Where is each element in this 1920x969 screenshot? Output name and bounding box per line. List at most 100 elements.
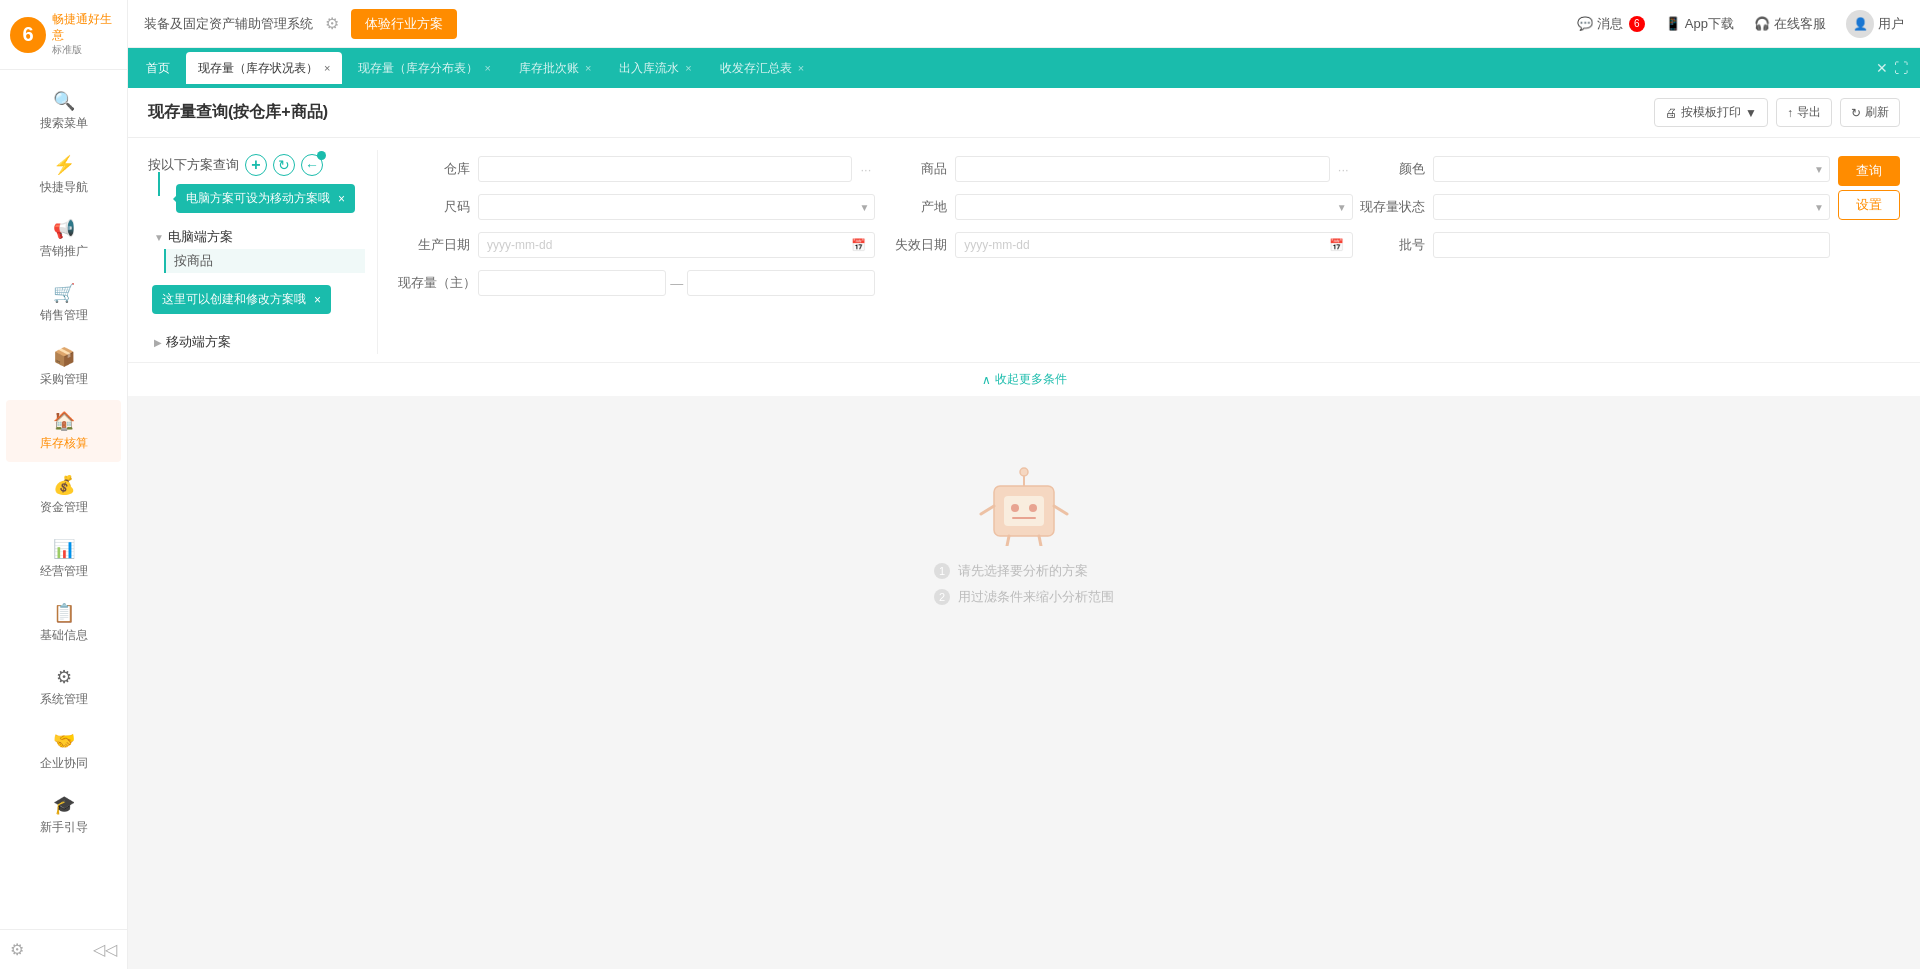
- sidebar-item-search[interactable]: 🔍 搜索菜单: [6, 80, 121, 142]
- sidebar-item-sales-label: 销售管理: [40, 307, 88, 324]
- mobile-scheme-section: ▶ 移动端方案: [148, 330, 365, 354]
- stock-status-select-wrap: ▼: [1433, 194, 1830, 220]
- sidebar-item-sales[interactable]: 🛒 销售管理: [6, 272, 121, 334]
- collapse-sidebar-icon[interactable]: ◁◁: [93, 940, 117, 959]
- sidebar-item-guide[interactable]: 🎓 新手引导: [6, 784, 121, 846]
- template-print-label: 按模板打印: [1681, 104, 1741, 121]
- mfg-date-input[interactable]: yyyy-mm-dd 📅: [478, 232, 875, 258]
- refresh-btn[interactable]: ↻ 刷新: [1840, 98, 1900, 127]
- tabbar-expand-icon[interactable]: ⛶: [1894, 60, 1908, 76]
- modify-bubble-close[interactable]: ×: [314, 293, 321, 307]
- settings-bottom-icon[interactable]: ⚙: [10, 940, 24, 959]
- sidebar-item-inventory-label: 库存核算: [40, 435, 88, 452]
- tab-batch[interactable]: 库存批次账 ×: [507, 52, 603, 84]
- exp-date-placeholder: yyyy-mm-dd: [964, 238, 1029, 252]
- sidebar-item-marketing-label: 营销推广: [40, 243, 88, 260]
- mobile-scheme-label: 移动端方案: [166, 333, 231, 351]
- header: 装备及固定资产辅助管理系统 ⚙ 体验行业方案 💬 消息 6 📱 App下载 🎧 …: [128, 0, 1920, 48]
- online-support-label: 在线客服: [1774, 15, 1826, 33]
- app-download-label: App下载: [1685, 15, 1734, 33]
- size-select[interactable]: [478, 194, 875, 220]
- origin-select[interactable]: [955, 194, 1352, 220]
- desktop-scheme-label: 电脑端方案: [168, 228, 233, 246]
- page-title: 现存量查询(按仓库+商品): [148, 102, 328, 123]
- warehouse-dots[interactable]: ···: [860, 162, 871, 177]
- tab-inventory-status[interactable]: 现存量（库存状况表） ×: [186, 52, 342, 84]
- online-support-item[interactable]: 🎧 在线客服: [1754, 15, 1826, 33]
- tab-receive[interactable]: 收发存汇总表 ×: [708, 52, 816, 84]
- desktop-scheme-item-0[interactable]: 按商品: [164, 249, 365, 273]
- tab-inventory-status-close[interactable]: ×: [324, 62, 330, 74]
- scheme-bubble[interactable]: 电脑方案可设为移动方案哦 ×: [176, 184, 355, 213]
- sidebar-item-enterprise-label: 企业协同: [40, 755, 88, 772]
- refresh-scheme-btn[interactable]: ↻: [273, 154, 295, 176]
- tabbar-end: ✕ ⛶: [1876, 60, 1916, 76]
- desktop-scheme-header[interactable]: ▼ 电脑端方案: [148, 225, 365, 249]
- marketing-nav-icon: 📢: [53, 218, 75, 240]
- header-settings-icon[interactable]: ⚙: [325, 14, 339, 33]
- product-dots[interactable]: ···: [1338, 162, 1349, 177]
- stock-qty-label: 现存量（主）: [398, 274, 478, 292]
- modify-bubble[interactable]: 这里可以创建和修改方案哦 ×: [152, 285, 331, 314]
- tab-receive-close[interactable]: ×: [798, 62, 804, 74]
- batch-input[interactable]: [1433, 232, 1830, 258]
- sidebar-item-finance[interactable]: 💰 资金管理: [6, 464, 121, 526]
- field-stock-qty: 现存量（主） —: [398, 264, 875, 302]
- export-icon: ↑: [1787, 106, 1793, 120]
- stock-status-select[interactable]: [1433, 194, 1830, 220]
- product-input[interactable]: [955, 156, 1329, 182]
- stock-qty-max[interactable]: [687, 270, 875, 296]
- message-item[interactable]: 💬 消息 6: [1577, 15, 1645, 33]
- scheme-bubble-close[interactable]: ×: [338, 192, 345, 206]
- tab-batch-label: 库存批次账: [519, 60, 579, 77]
- calendar-icon-exp: 📅: [1329, 238, 1344, 252]
- stock-qty-min[interactable]: [478, 270, 666, 296]
- scheme-selector-col: 按以下方案查询 + ↻ ←: [148, 150, 378, 354]
- user-item[interactable]: 👤 用户: [1846, 10, 1904, 38]
- sidebar: 6 畅捷通好生意 标准版 🔍 搜索菜单 ⚡ 快捷导航 📢 营销推广 🛒 销售管理…: [0, 0, 128, 969]
- message-label: 消息: [1597, 15, 1623, 33]
- tab-inout-close[interactable]: ×: [685, 62, 691, 74]
- sidebar-item-system[interactable]: ⚙ 系统管理: [6, 656, 121, 718]
- tab-inout[interactable]: 出入库流水 ×: [607, 52, 703, 84]
- search-btn[interactable]: 查询: [1838, 156, 1900, 186]
- sidebar-item-basic[interactable]: 📋 基础信息: [6, 592, 121, 654]
- exp-date-input[interactable]: yyyy-mm-dd 📅: [955, 232, 1352, 258]
- warehouse-input-wrap: ···: [478, 156, 875, 182]
- sidebar-item-enterprise[interactable]: 🤝 企业协同: [6, 720, 121, 782]
- stock-qty-range: —: [478, 270, 875, 296]
- sidebar-item-guide-label: 新手引导: [40, 819, 88, 836]
- tab-home[interactable]: 首页: [134, 52, 182, 84]
- bubble-arrow-left: [169, 195, 177, 203]
- app-download-item[interactable]: 📱 App下载: [1665, 15, 1734, 33]
- sidebar-item-quick[interactable]: ⚡ 快捷导航: [6, 144, 121, 206]
- tab-inventory-dist-close[interactable]: ×: [484, 62, 490, 74]
- empty-tip-1: 1 请先选择要分析的方案: [934, 562, 1114, 580]
- color-select[interactable]: [1433, 156, 1830, 182]
- template-print-btn[interactable]: 🖨 按模板打印 ▼: [1654, 98, 1768, 127]
- add-scheme-btn[interactable]: +: [245, 154, 267, 176]
- action-btn[interactable]: 体验行业方案: [351, 9, 457, 39]
- tabbar-close-icon[interactable]: ✕: [1876, 60, 1888, 76]
- field-batch: 批号: [1353, 226, 1830, 264]
- sidebar-item-inventory[interactable]: 🏠 库存核算: [6, 400, 121, 462]
- sidebar-item-purchase[interactable]: 📦 采购管理: [6, 336, 121, 398]
- phone-icon: 📱: [1665, 16, 1681, 31]
- tab-batch-close[interactable]: ×: [585, 62, 591, 74]
- tip-2-text: 用过滤条件来缩小分析范围: [958, 588, 1114, 606]
- tab-inventory-dist[interactable]: 现存量（库存分布表） ×: [346, 52, 502, 84]
- sidebar-item-marketing[interactable]: 📢 营销推广: [6, 208, 121, 270]
- collapse-bar[interactable]: ∧ 收起更多条件: [128, 362, 1920, 396]
- tabbar: 首页 现存量（库存状况表） × 现存量（库存分布表） × 库存批次账 × 出入库…: [128, 48, 1920, 88]
- sidebar-item-operations[interactable]: 📊 经营管理: [6, 528, 121, 590]
- main-content: 现存量查询(按仓库+商品) 🖨 按模板打印 ▼ ↑ 导出 ↻ 刷新: [128, 88, 1920, 969]
- reset-btn[interactable]: 设置: [1838, 190, 1900, 220]
- svg-point-2: [1011, 504, 1019, 512]
- export-label: 导出: [1797, 104, 1821, 121]
- tip-1-text: 请先选择要分析的方案: [958, 562, 1088, 580]
- warehouse-input[interactable]: [478, 156, 852, 182]
- tab-home-label: 首页: [146, 60, 170, 77]
- mobile-scheme-header[interactable]: ▶ 移动端方案: [148, 330, 365, 354]
- page-header: 现存量查询(按仓库+商品) 🖨 按模板打印 ▼ ↑ 导出 ↻ 刷新: [128, 88, 1920, 138]
- export-btn[interactable]: ↑ 导出: [1776, 98, 1832, 127]
